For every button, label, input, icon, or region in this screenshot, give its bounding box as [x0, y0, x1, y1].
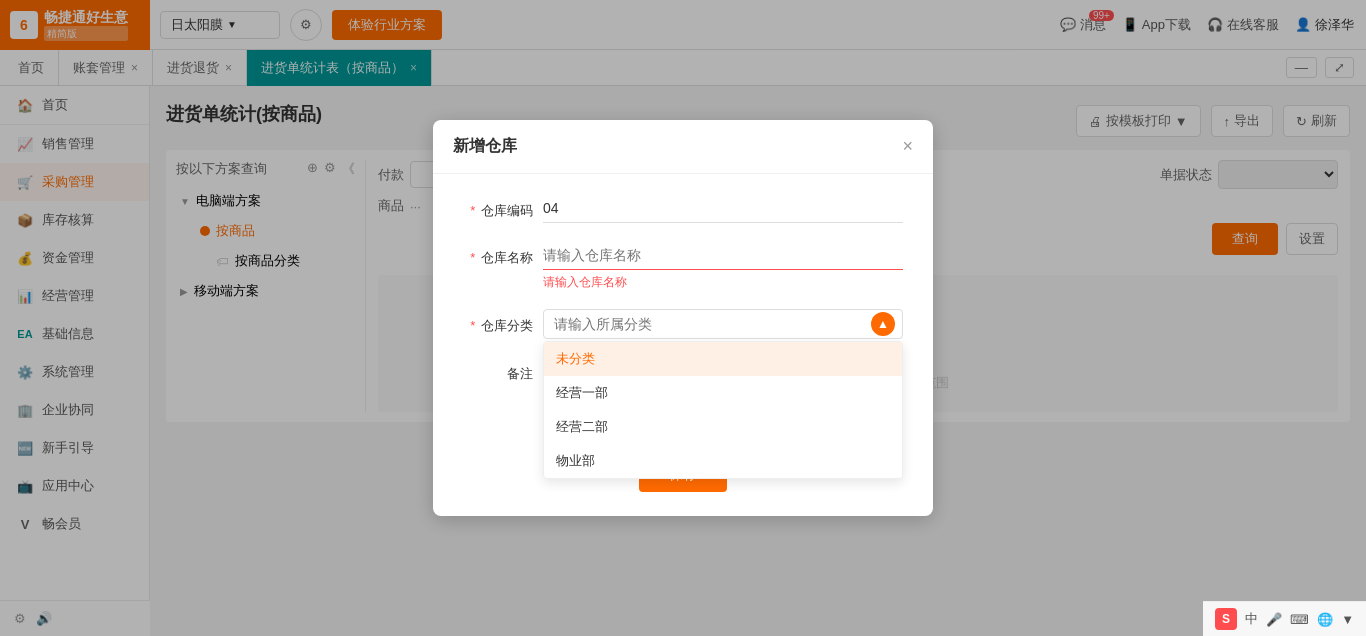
name-error-msg: 请输入仓库名称: [543, 274, 903, 291]
dialog-body: * 仓库编码 * 仓库名称 请输入仓库名称: [433, 174, 933, 458]
category-input-wrap: ▲ 未分类 经营一部 经营二部 物业部: [543, 309, 903, 339]
code-input-wrap: [543, 194, 903, 223]
note-label: 备注: [463, 357, 533, 383]
cn-lang-icon[interactable]: 中: [1245, 610, 1258, 628]
category-label: * 仓库分类: [463, 309, 533, 335]
keyboard-icon[interactable]: ⌨: [1290, 612, 1309, 627]
dropdown-item-uncategorized[interactable]: 未分类: [544, 342, 902, 376]
form-row-code: * 仓库编码: [463, 194, 903, 223]
s-logo-icon: S: [1215, 608, 1237, 630]
category-toggle-icon[interactable]: ▲: [871, 312, 895, 336]
name-input[interactable]: [543, 241, 903, 270]
form-row-category: * 仓库分类 ▲ 未分类 经营一部 经营二部 物业部: [463, 309, 903, 339]
mic-icon[interactable]: 🎤: [1266, 612, 1282, 627]
code-label: * 仓库编码: [463, 194, 533, 220]
dialog-close-icon[interactable]: ×: [902, 136, 913, 157]
form-row-name: * 仓库名称 请输入仓库名称: [463, 241, 903, 291]
dialog-title: 新增仓库: [453, 136, 517, 157]
dropdown-item-property[interactable]: 物业部: [544, 444, 902, 478]
category-dropdown: 未分类 经营一部 经营二部 物业部: [543, 341, 903, 479]
modal-overlay[interactable]: 新增仓库 × * 仓库编码 * 仓库名称: [0, 0, 1366, 636]
dropdown-item-ops2[interactable]: 经营二部: [544, 410, 902, 444]
category-input[interactable]: [543, 309, 903, 339]
settings-bottom-icon[interactable]: ▼: [1341, 612, 1354, 627]
new-warehouse-dialog: 新增仓库 × * 仓库编码 * 仓库名称: [433, 120, 933, 516]
name-input-wrap: 请输入仓库名称: [543, 241, 903, 291]
name-label: * 仓库名称: [463, 241, 533, 267]
dropdown-item-ops1[interactable]: 经营一部: [544, 376, 902, 410]
translate-icon[interactable]: 🌐: [1317, 612, 1333, 627]
dialog-header: 新增仓库 ×: [433, 120, 933, 174]
code-input[interactable]: [543, 194, 903, 223]
